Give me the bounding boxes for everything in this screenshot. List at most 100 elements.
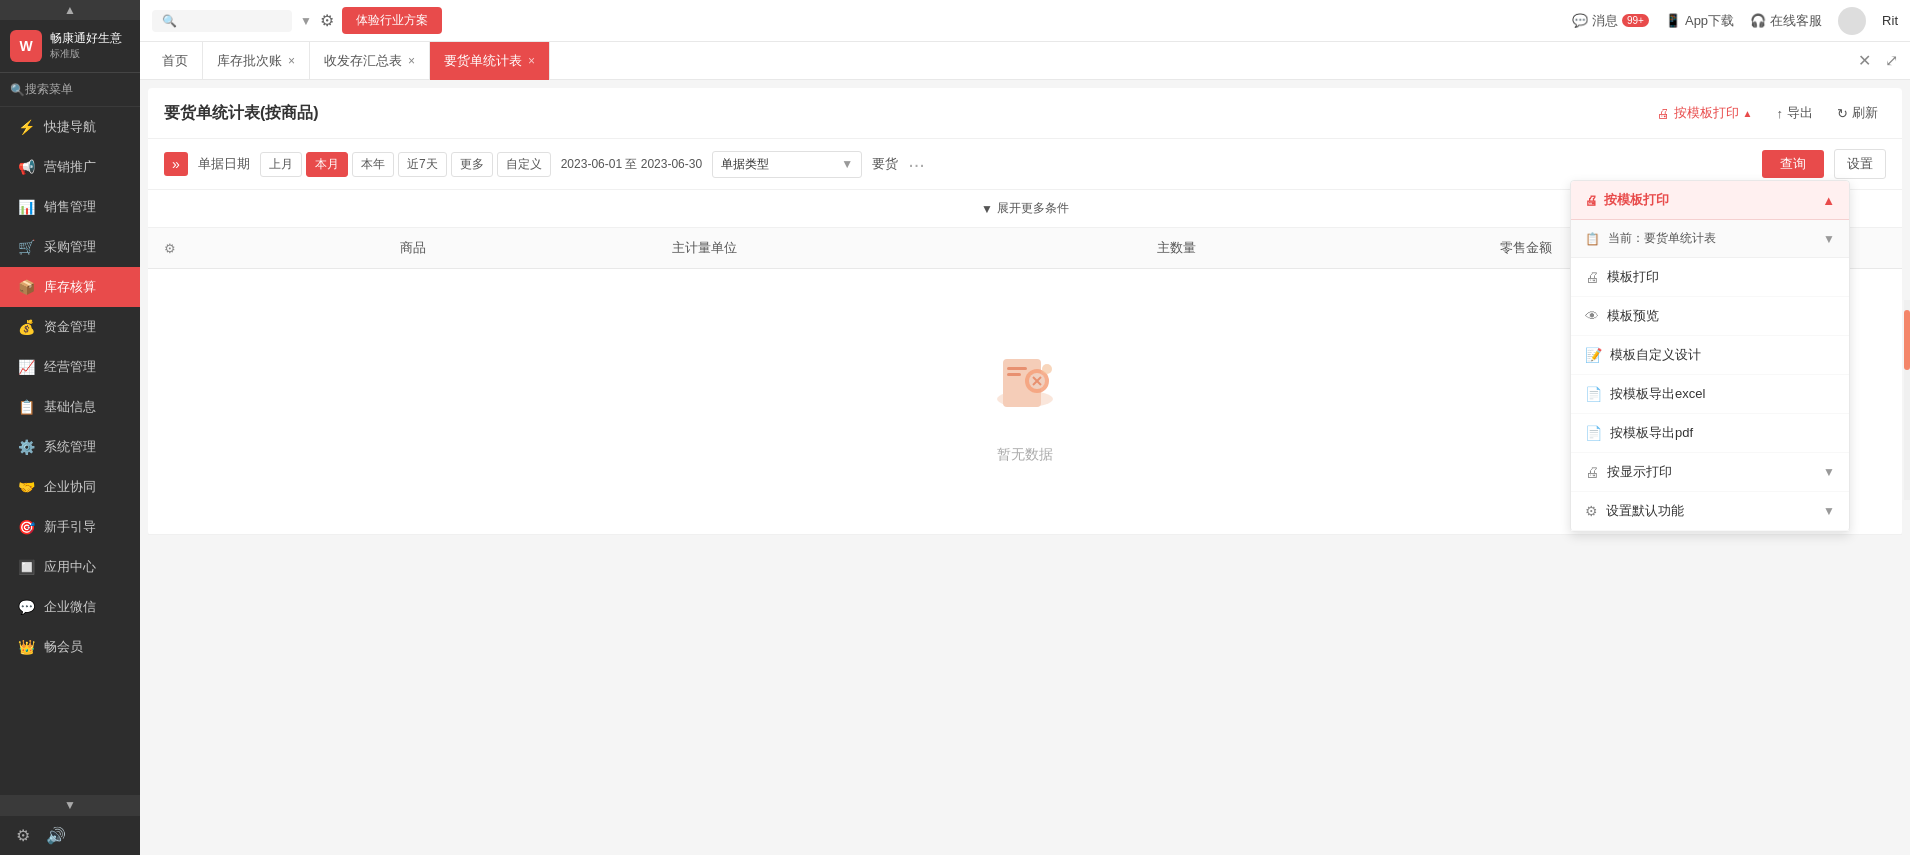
tab-home[interactable]: 首页 <box>148 42 203 80</box>
dropdown-item-set-default[interactable]: ⚙ 设置默认功能 ▼ <box>1571 492 1849 531</box>
settings-btn[interactable]: 设置 <box>1834 149 1886 179</box>
marketing-icon: 📢 <box>16 157 36 177</box>
topbar-search[interactable]: 🔍 <box>152 10 292 32</box>
svg-point-8 <box>1042 364 1052 374</box>
settings-footer-icon[interactable]: ⚙ <box>16 826 30 845</box>
query-btn[interactable]: 查询 <box>1762 150 1824 178</box>
col-unit: 主计量单位 <box>660 228 1145 269</box>
topbar-dropdown[interactable]: ▼ <box>300 14 312 28</box>
sidebar-item-member[interactable]: 👑 畅会员 <box>0 627 140 667</box>
print-dropdown-panel: 🖨 按模板打印 ▲ 📋 当前：要货单统计表 ▼ 🖨 模板打印 👁 模板预览 <box>1570 180 1850 532</box>
year-btn[interactable]: 本年 <box>352 152 394 177</box>
refresh-btn[interactable]: ↻ 刷新 <box>1829 100 1886 126</box>
print-dropdown-arrow: ▲ <box>1743 108 1753 119</box>
tab-order-stats[interactable]: 要货单统计表 × <box>430 42 550 80</box>
order-tag-more[interactable]: ··· <box>908 153 925 176</box>
print-template-btn[interactable]: 🖨 按模板打印 ▲ <box>1649 100 1761 126</box>
date-btn-group: 上月 本月 本年 近7天 更多 自定义 <box>260 152 551 177</box>
right-scrollbar[interactable] <box>1904 300 1910 500</box>
week-btn[interactable]: 近7天 <box>398 152 447 177</box>
sidebar-nav: ⚡ 快捷导航 📢 营销推广 📊 销售管理 🛒 采购管理 📦 库存核算 💰 资金管… <box>0 107 140 795</box>
tab-inventory-batch[interactable]: 库存批次账 × <box>203 42 310 80</box>
topbar-right: 💬 消息 99+ 📱 App下载 🎧 在线客服 Rit <box>1572 7 1898 35</box>
cooperation-icon: 🤝 <box>16 477 36 497</box>
sidebar-item-system[interactable]: ⚙️ 系统管理 <box>0 427 140 467</box>
operation-icon: 📈 <box>16 357 36 377</box>
dropdown-item-template-print[interactable]: 🖨 模板打印 <box>1571 258 1849 297</box>
template-print-icon: 🖨 <box>1585 269 1599 285</box>
tabbar: 首页 库存批次账 × 收发存汇总表 × 要货单统计表 × ✕ ⤢ <box>140 42 1910 80</box>
current-month-btn[interactable]: 本月 <box>306 152 348 177</box>
tab-close-all-icon[interactable]: ✕ <box>1854 47 1875 74</box>
tabbar-right: ✕ ⤢ <box>1854 47 1902 74</box>
dropdown-item-template-excel[interactable]: 📄 按模板导出excel <box>1571 375 1849 414</box>
sidebar-item-marketing[interactable]: 📢 营销推广 <box>0 147 140 187</box>
message-btn[interactable]: 💬 消息 99+ <box>1572 12 1649 30</box>
col-quantity: 主数量 <box>1145 228 1488 269</box>
dropdown-current-item: 📋 当前：要货单统计表 ▼ <box>1571 220 1849 258</box>
dropdown-item-template-preview[interactable]: 👁 模板预览 <box>1571 297 1849 336</box>
sidebar-item-inventory[interactable]: 📦 库存核算 <box>0 267 140 307</box>
sidebar-logo: W 畅康通好生意 标准版 <box>0 20 140 73</box>
sidebar-item-appstore[interactable]: 🔲 应用中心 <box>0 547 140 587</box>
sidebar-item-purchase[interactable]: 🛒 采购管理 <box>0 227 140 267</box>
col-product: 商品 <box>388 228 660 269</box>
prev-month-btn[interactable]: 上月 <box>260 152 302 177</box>
topbar-search-icon: 🔍 <box>162 14 177 28</box>
set-default-arrow: ▼ <box>1823 504 1835 518</box>
tab-close-order-stats[interactable]: × <box>528 54 535 68</box>
custom-btn[interactable]: 自定义 <box>497 152 551 177</box>
refresh-icon: ↻ <box>1837 106 1848 121</box>
tab-close-inventory-batch[interactable]: × <box>288 54 295 68</box>
template-preview-icon: 👁 <box>1585 308 1599 324</box>
more-btn[interactable]: 更多 <box>451 152 493 177</box>
wechat-icon: 💬 <box>16 597 36 617</box>
user-name: Rit <box>1882 13 1898 28</box>
volume-footer-icon[interactable]: 🔊 <box>46 826 66 845</box>
tab-close-receipts-summary[interactable]: × <box>408 54 415 68</box>
sidebar-footer: ⚙ 🔊 <box>0 815 140 855</box>
sidebar-search[interactable]: 🔍 搜索菜单 <box>0 73 140 107</box>
sidebar-item-operation[interactable]: 📈 经营管理 <box>0 347 140 387</box>
dropdown-item-template-design[interactable]: 📝 模板自定义设计 <box>1571 336 1849 375</box>
avatar[interactable] <box>1838 7 1866 35</box>
template-design-icon: 📝 <box>1585 347 1602 363</box>
trial-btn[interactable]: 体验行业方案 <box>342 7 442 34</box>
tab-receipts-summary[interactable]: 收发存汇总表 × <box>310 42 430 80</box>
sidebar-item-cooperation[interactable]: 🤝 企业协同 <box>0 467 140 507</box>
table-settings-btn[interactable]: ⚙ <box>160 238 180 258</box>
headset-icon: 🎧 <box>1750 13 1766 28</box>
sidebar-item-newbie[interactable]: 🎯 新手引导 <box>0 507 140 547</box>
sidebar-item-finance[interactable]: 💰 资金管理 <box>0 307 140 347</box>
topbar-gear-icon[interactable]: ⚙ <box>320 11 334 30</box>
message-icon: 💬 <box>1572 13 1588 28</box>
online-service-btn[interactable]: 🎧 在线客服 <box>1750 12 1822 30</box>
export-btn[interactable]: ↑ 导出 <box>1769 100 1822 126</box>
sales-icon: 📊 <box>16 197 36 217</box>
scrollbar-thumb <box>1904 310 1910 370</box>
dropdown-item-template-pdf[interactable]: 📄 按模板导出pdf <box>1571 414 1849 453</box>
dropdown-item-display-print[interactable]: 🖨 按显示打印 ▼ <box>1571 453 1849 492</box>
sidebar-item-quick-nav[interactable]: ⚡ 快捷导航 <box>0 107 140 147</box>
sidebar-item-sales[interactable]: 📊 销售管理 <box>0 187 140 227</box>
display-print-arrow: ▼ <box>1823 465 1835 479</box>
filter-expand-btn[interactable]: » <box>164 152 188 176</box>
sidebar-scroll-down[interactable]: ▼ <box>0 795 140 815</box>
app-download-btn[interactable]: 📱 App下载 <box>1665 12 1734 30</box>
sidebar-scroll-up[interactable]: ▲ <box>0 0 140 20</box>
template-excel-icon: 📄 <box>1585 386 1602 402</box>
sidebar-item-basic[interactable]: 📋 基础信息 <box>0 387 140 427</box>
expand-more-btn[interactable]: ▼ 展开更多条件 <box>971 196 1079 221</box>
quick-nav-icon: ⚡ <box>16 117 36 137</box>
date-label: 单据日期 <box>198 155 250 173</box>
search-icon: 🔍 <box>10 83 25 97</box>
basic-icon: 📋 <box>16 397 36 417</box>
order-type-select[interactable]: 单据类型 ▼ <box>712 151 862 178</box>
export-icon: ↑ <box>1777 106 1784 121</box>
inventory-icon: 📦 <box>16 277 36 297</box>
main-area: 🔍 ▼ ⚙ 体验行业方案 💬 消息 99+ 📱 App下载 🎧 在线客服 Rit <box>140 0 1910 855</box>
sidebar-item-wechat[interactable]: 💬 企业微信 <box>0 587 140 627</box>
content-area: 要货单统计表(按商品) 🖨 按模板打印 ▲ ↑ 导出 ↻ 刷新 <box>140 80 1910 855</box>
dropdown-close-arrow[interactable]: ▲ <box>1822 193 1835 208</box>
tab-maximize-icon[interactable]: ⤢ <box>1881 47 1902 74</box>
